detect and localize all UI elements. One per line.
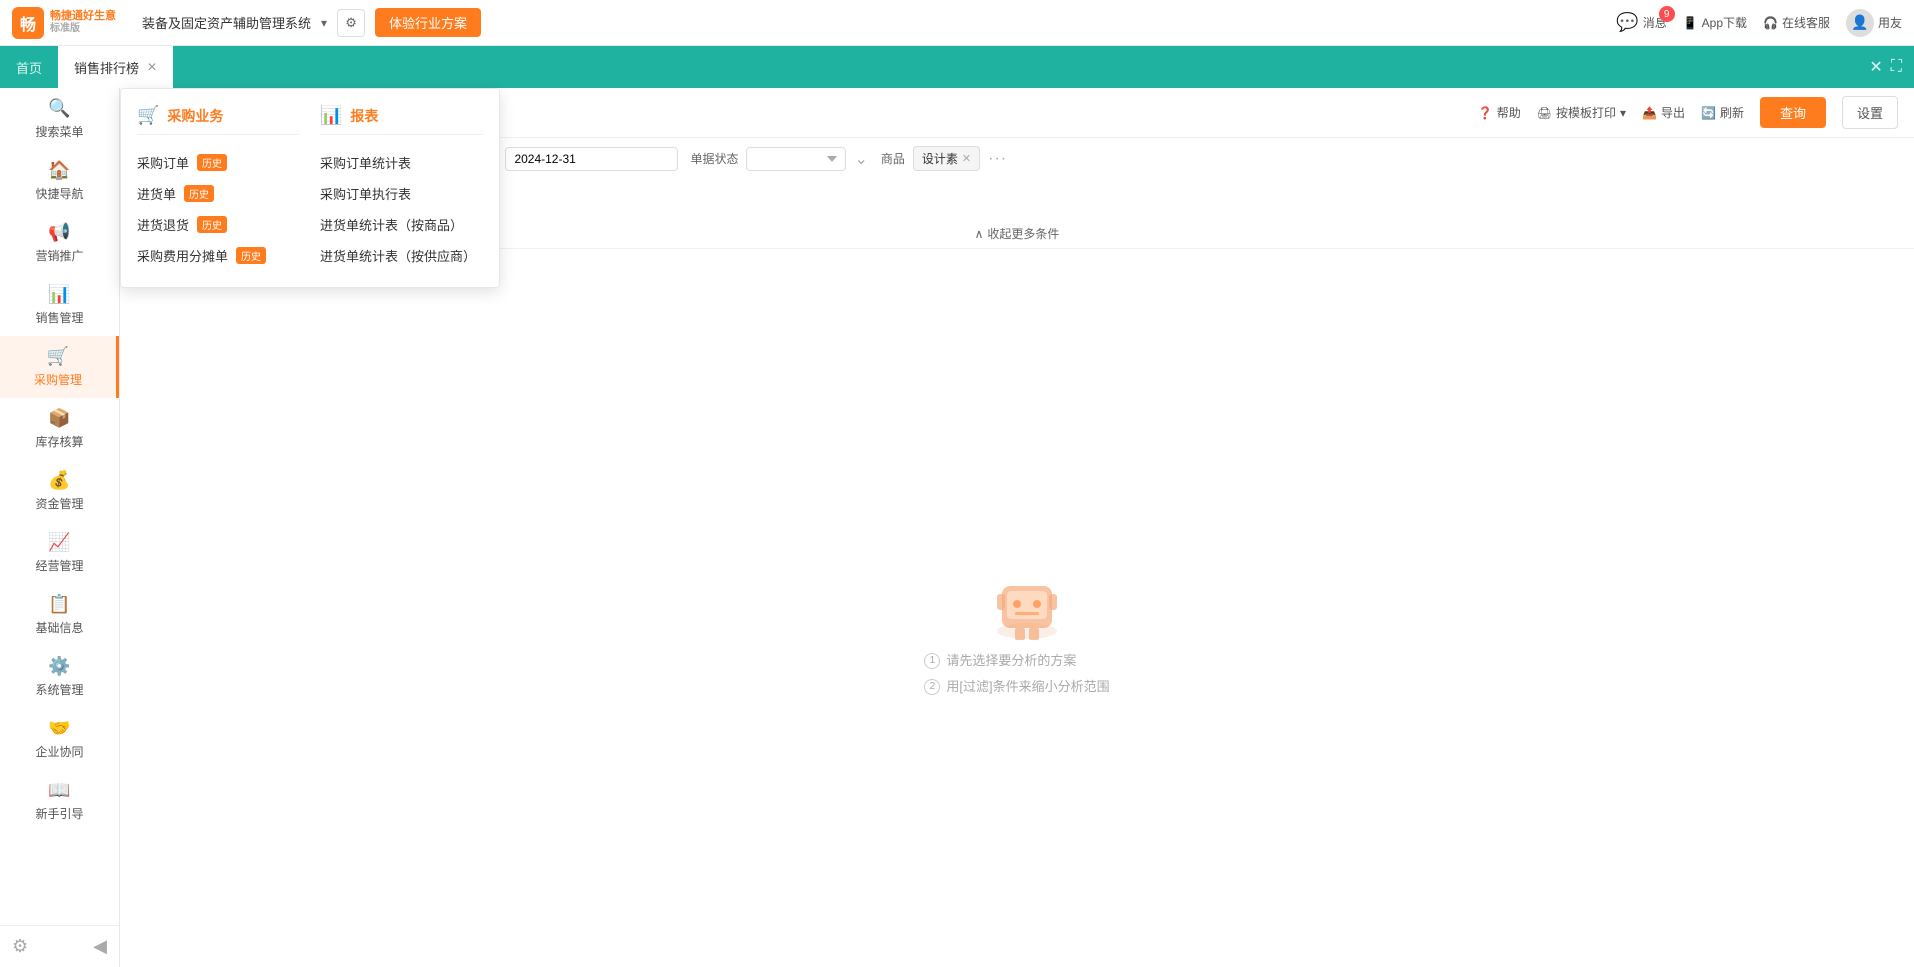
help-btn[interactable]: ❓ 帮助 xyxy=(1478,104,1521,121)
report-section-header: 📊 报表 xyxy=(320,105,483,135)
sidebar: 🔍 搜索菜单 🏠 快捷导航 📢 营销推广 📊 销售管理 🛒 采购管理 📦 库存核… xyxy=(0,46,120,967)
inventory-icon: 📦 xyxy=(48,408,70,429)
refresh-icon: 🔄 xyxy=(1701,106,1716,120)
collapse-arrow-icon: ∧ xyxy=(975,227,984,241)
report-col: 📊 报表 采购订单统计表 采购订单执行表 进货单统计表（按商品） 进货单统计表（… xyxy=(320,105,483,271)
guide-icon: 📖 xyxy=(48,780,70,801)
menu-item-report-3[interactable]: 进货单统计表（按供应商） xyxy=(320,240,483,271)
sidebar-item-cooperation[interactable]: 🤝 企业协同 xyxy=(0,708,119,770)
print-btn[interactable]: 🖨 按模板打印 ▾ xyxy=(1537,104,1626,121)
purchase-section-icon: 🛒 xyxy=(137,105,159,126)
tab-bar-right: ✕ ⛶ xyxy=(1869,57,1914,77)
logo-icon: 畅 xyxy=(12,7,44,39)
voucher-status-label: 单据状态 xyxy=(690,150,738,167)
system-dropdown-icon[interactable]: ▾ xyxy=(321,16,327,30)
settings-icon-btn[interactable]: ⚙ xyxy=(337,9,365,37)
empty-illustration xyxy=(957,516,1077,636)
sidebar-item-finance[interactable]: 💰 资金管理 xyxy=(0,460,119,522)
settings-btn[interactable]: 设置 xyxy=(1842,96,1898,129)
sidebar-settings-icon[interactable]: ⚙ xyxy=(12,936,28,957)
system-title: 装备及固定资产辅助管理系统 xyxy=(142,13,311,32)
online-service-btn[interactable]: 🎧 在线客服 xyxy=(1763,14,1830,31)
help-icon: ❓ xyxy=(1478,106,1493,120)
export-btn[interactable]: 📤 导出 xyxy=(1642,104,1685,121)
menu-item-return[interactable]: 进货退货 历史 xyxy=(137,209,300,240)
sidebar-item-basic-info[interactable]: 📋 基础信息 xyxy=(0,584,119,646)
sidebar-item-guide[interactable]: 📖 新手引导 xyxy=(0,770,119,832)
sidebar-bottom: ⚙ ◀ xyxy=(0,925,119,967)
sidebar-item-search[interactable]: 🔍 搜索菜单 xyxy=(0,88,119,150)
logo-text: 畅捷通好生意 标准版 xyxy=(50,10,116,35)
purchase-icon: 🛒 xyxy=(47,346,69,367)
sidebar-item-marketing[interactable]: 📢 营销推广 xyxy=(0,212,119,274)
header-right: 💬 9 消息 📱 App下载 🎧 在线客服 👤 用友 xyxy=(1616,9,1902,37)
tab-close-icon[interactable]: ✕ xyxy=(147,60,157,74)
tab-close-all-icon[interactable]: ✕ xyxy=(1869,57,1882,77)
app-download-btn[interactable]: 📱 App下载 xyxy=(1683,14,1747,31)
sidebar-collapse-icon[interactable]: ◀ xyxy=(93,936,107,957)
cooperation-icon: 🤝 xyxy=(48,718,70,739)
export-icon: 📤 xyxy=(1642,106,1657,120)
notifications-btn[interactable]: 💬 9 消息 xyxy=(1616,12,1666,33)
menu-item-receipt[interactable]: 进货单 历史 xyxy=(137,178,300,209)
goods-tag: 设计素 ✕ xyxy=(913,146,980,171)
purchase-business-col: 🛒 采购业务 采购订单 历史 进货单 历史 进货退货 历史 采购费用分摊单 历史 xyxy=(137,105,300,271)
refresh-btn[interactable]: 🔄 刷新 xyxy=(1701,104,1744,121)
sidebar-item-inventory[interactable]: 📦 库存核算 xyxy=(0,398,119,460)
voucher-status-expand-icon[interactable]: ⌄ xyxy=(854,149,868,169)
headset-icon: 🎧 xyxy=(1763,16,1778,30)
menu-item-expense[interactable]: 采购费用分摊单 历史 xyxy=(137,240,300,271)
menu-item-purchase-order[interactable]: 采购订单 历史 xyxy=(137,147,300,178)
sales-icon: 📊 xyxy=(48,284,70,305)
sidebar-item-system[interactable]: ⚙️ 系统管理 xyxy=(0,646,119,708)
sidebar-item-sales[interactable]: 📊 销售管理 xyxy=(0,274,119,336)
print-icon: 🖨 xyxy=(1537,106,1552,120)
report-section-icon: 📊 xyxy=(320,105,342,126)
operations-icon: 📈 xyxy=(48,532,70,553)
history-badge-1: 历史 xyxy=(184,185,214,202)
purchase-dropdown-menu: 🛒 采购业务 采购订单 历史 进货单 历史 进货退货 历史 采购费用分摊单 历史… xyxy=(120,88,500,288)
voucher-status-select[interactable] xyxy=(746,147,846,171)
top-header: 畅 畅捷通好生意 标准版 装备及固定资产辅助管理系统 ▾ ⚙ 体验行业方案 💬 … xyxy=(0,0,1914,46)
query-btn[interactable]: 查询 xyxy=(1760,97,1826,128)
voucher-status-group: 单据状态 ⌄ xyxy=(690,147,868,171)
goods-tag-close[interactable]: ✕ xyxy=(962,152,971,165)
sidebar-item-purchase[interactable]: 🛒 采购管理 xyxy=(0,336,119,398)
marketing-icon: 📢 xyxy=(48,222,70,243)
menu-item-report-2[interactable]: 进货单统计表（按商品） xyxy=(320,209,483,240)
sidebar-item-quick-nav[interactable]: 🏠 快捷导航 xyxy=(0,150,119,212)
tab-expand-icon[interactable]: ⛶ xyxy=(1891,58,1902,76)
empty-state: 1 请先选择要分析的方案 2 用[过滤]条件来缩小分析范围 xyxy=(120,249,1914,967)
date-end-input[interactable] xyxy=(505,147,678,171)
history-badge-3: 历史 xyxy=(236,247,266,264)
history-badge-2: 历史 xyxy=(197,216,227,233)
search-icon: 🔍 xyxy=(48,98,70,119)
tab-sales-rank[interactable]: 销售排行榜 ✕ xyxy=(58,46,173,88)
goods-label: 商品 xyxy=(881,150,905,167)
history-badge-0: 历史 xyxy=(197,154,227,171)
user-menu-btn[interactable]: 👤 用友 xyxy=(1846,9,1902,37)
purchase-section-header: 🛒 采购业务 xyxy=(137,105,300,135)
finance-icon: 💰 xyxy=(48,470,70,491)
print-dropdown-icon[interactable]: ▾ xyxy=(1620,106,1626,120)
sidebar-item-operations[interactable]: 📈 经营管理 xyxy=(0,522,119,584)
user-avatar: 👤 xyxy=(1846,9,1874,37)
tab-bar: 首页 销售排行榜 ✕ ✕ ⛶ xyxy=(0,46,1914,88)
header-center: 装备及固定资产辅助管理系统 ▾ ⚙ 体验行业方案 xyxy=(142,8,1616,37)
home-icon: 🏠 xyxy=(48,160,70,181)
logo-area: 畅 畅捷通好生意 标准版 xyxy=(12,7,132,39)
phone-icon: 📱 xyxy=(1683,16,1698,30)
tab-home[interactable]: 首页 xyxy=(0,46,58,88)
system-icon: ⚙️ xyxy=(48,656,70,677)
menu-item-report-1[interactable]: 采购订单执行表 xyxy=(320,178,483,209)
industry-btn[interactable]: 体验行业方案 xyxy=(375,8,481,37)
menu-item-report-0[interactable]: 采购订单统计表 xyxy=(320,147,483,178)
basic-info-icon: 📋 xyxy=(48,594,70,615)
goods-filter-group: 商品 设计素 ✕ ··· xyxy=(881,146,1007,171)
goods-more-icon[interactable]: ··· xyxy=(988,150,1007,168)
